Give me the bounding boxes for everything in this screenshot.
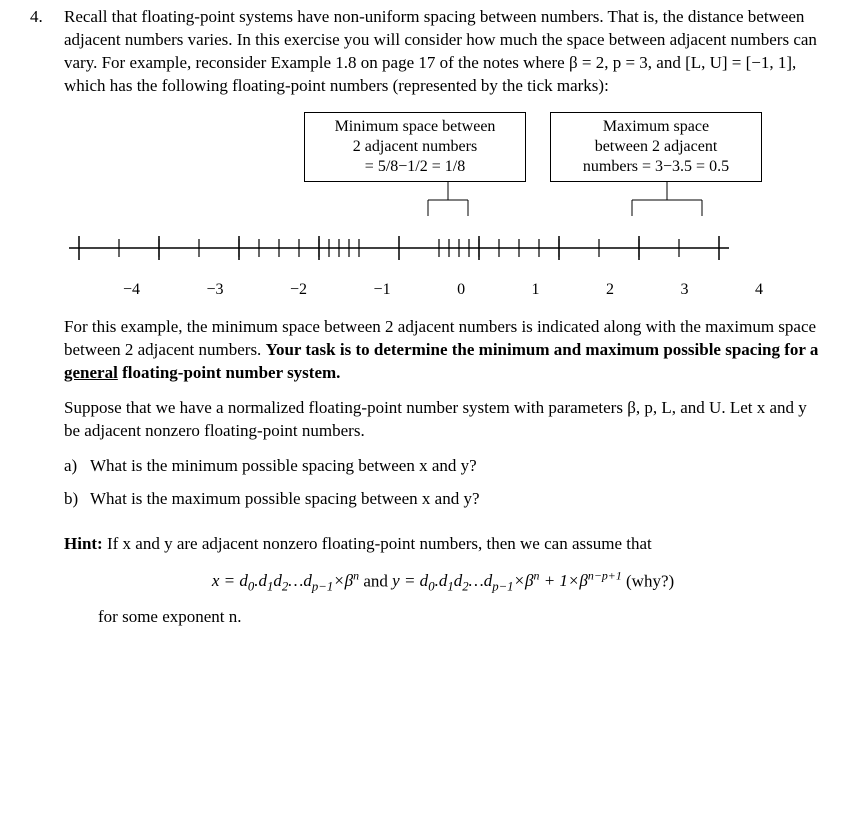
- eq-frag: d: [484, 571, 493, 590]
- hint-tail-text: for some exponent n.: [98, 607, 242, 626]
- sub-question-a: a) What is the minimum possible spacing …: [64, 455, 822, 478]
- axis-label: 0: [457, 279, 465, 301]
- eq-frag: x = d: [212, 571, 248, 590]
- axis-label: 2: [606, 279, 614, 301]
- subq-text-a: What is the minimum possible spacing bet…: [90, 455, 477, 478]
- axis-labels: −4 −3 −2 −1 0 1 2 3 4: [123, 279, 763, 301]
- eq-and: and: [363, 571, 392, 590]
- intro-text: Recall that floating-point systems have …: [64, 7, 817, 95]
- hint-text: If x and y are adjacent nonzero floating…: [103, 534, 652, 553]
- bracket-icon: [418, 182, 478, 226]
- callout-min-line1: Minimum space between: [315, 117, 515, 137]
- setup-text: Suppose that we have a normalized floati…: [64, 398, 807, 440]
- eq-frag: …: [469, 571, 484, 590]
- eq-why: (why?): [626, 571, 674, 590]
- qb-text: What is the maximum possible spacing bet…: [90, 489, 480, 508]
- intro-paragraph: Recall that floating-point systems have …: [64, 6, 822, 98]
- sub-question-b: b) What is the maximum possible spacing …: [64, 488, 822, 511]
- axis-label: −4: [123, 279, 140, 301]
- problem-number: 4.: [30, 6, 64, 641]
- task-underline: general: [64, 363, 118, 382]
- callout-min: Minimum space between 2 adjacent numbers…: [304, 112, 526, 182]
- subq-text-b: What is the maximum possible spacing bet…: [90, 488, 480, 511]
- eq-frag: d: [303, 571, 312, 590]
- subq-letter-b: b): [64, 488, 90, 511]
- eq-frag: …: [288, 571, 303, 590]
- hint-equation: x = d0.d1d2…dp−1×βn and y = d0.d1d2…dp−1…: [64, 568, 822, 596]
- setup-paragraph: Suppose that we have a normalized floati…: [64, 397, 822, 443]
- subq-letter-a: a): [64, 455, 90, 478]
- eq-y: y = d0.d1d2…dp−1×βn + 1×βn−p+1: [392, 571, 626, 590]
- eq-sup: n−p+1: [588, 569, 622, 583]
- axis-label: 4: [755, 279, 763, 301]
- axis-label: −1: [374, 279, 391, 301]
- number-line: [64, 228, 734, 268]
- eq-frag: ×β: [514, 571, 534, 590]
- hint-paragraph: Hint: If x and y are adjacent nonzero fl…: [64, 533, 822, 556]
- axis-label: −3: [207, 279, 224, 301]
- callout-min-line3: = 5/8−1/2 = 1/8: [315, 157, 515, 177]
- qa-text: What is the minimum possible spacing bet…: [90, 456, 477, 475]
- problem-4: 4. Recall that floating-point systems ha…: [30, 6, 822, 641]
- eq-sup: n: [353, 569, 359, 583]
- task-lead: Your task is to determine the minimum an…: [266, 340, 819, 359]
- hint-tail: for some exponent n.: [98, 606, 822, 629]
- eq-frag: d: [258, 571, 267, 590]
- axis-label: 1: [532, 279, 540, 301]
- bracket-icon: [622, 182, 712, 226]
- axis-label: −2: [290, 279, 307, 301]
- eq-x: x = d0.d1d2…dp−1×βn: [212, 571, 364, 590]
- axis-label: 3: [681, 279, 689, 301]
- eq-sub: p−1: [492, 580, 513, 594]
- pointer-row: [64, 182, 822, 226]
- eq-sub: p−1: [312, 580, 333, 594]
- figure: Minimum space between 2 adjacent numbers…: [64, 112, 822, 301]
- callout-max-line3: numbers = 3−3.5 = 0.5: [561, 157, 751, 177]
- callouts-row: Minimum space between 2 adjacent numbers…: [64, 112, 822, 182]
- pointer-max: [572, 182, 762, 226]
- callout-max: Maximum space between 2 adjacent numbers…: [550, 112, 762, 182]
- eq-frag: d: [273, 571, 282, 590]
- pointer-min: [348, 182, 548, 226]
- callout-max-line2: between 2 adjacent: [561, 137, 751, 157]
- callout-max-line1: Maximum space: [561, 117, 751, 137]
- eq-frag: + 1×β: [539, 571, 587, 590]
- task-tail: floating-point number system.: [118, 363, 341, 382]
- callout-min-line2: 2 adjacent numbers: [315, 137, 515, 157]
- problem-body: Recall that floating-point systems have …: [64, 6, 822, 641]
- hint-label: Hint:: [64, 534, 103, 553]
- post-figure-paragraph: For this example, the minimum space betw…: [64, 316, 822, 385]
- eq-frag: d: [454, 571, 463, 590]
- eq-frag: ×β: [333, 571, 353, 590]
- eq-frag: y = d: [392, 571, 428, 590]
